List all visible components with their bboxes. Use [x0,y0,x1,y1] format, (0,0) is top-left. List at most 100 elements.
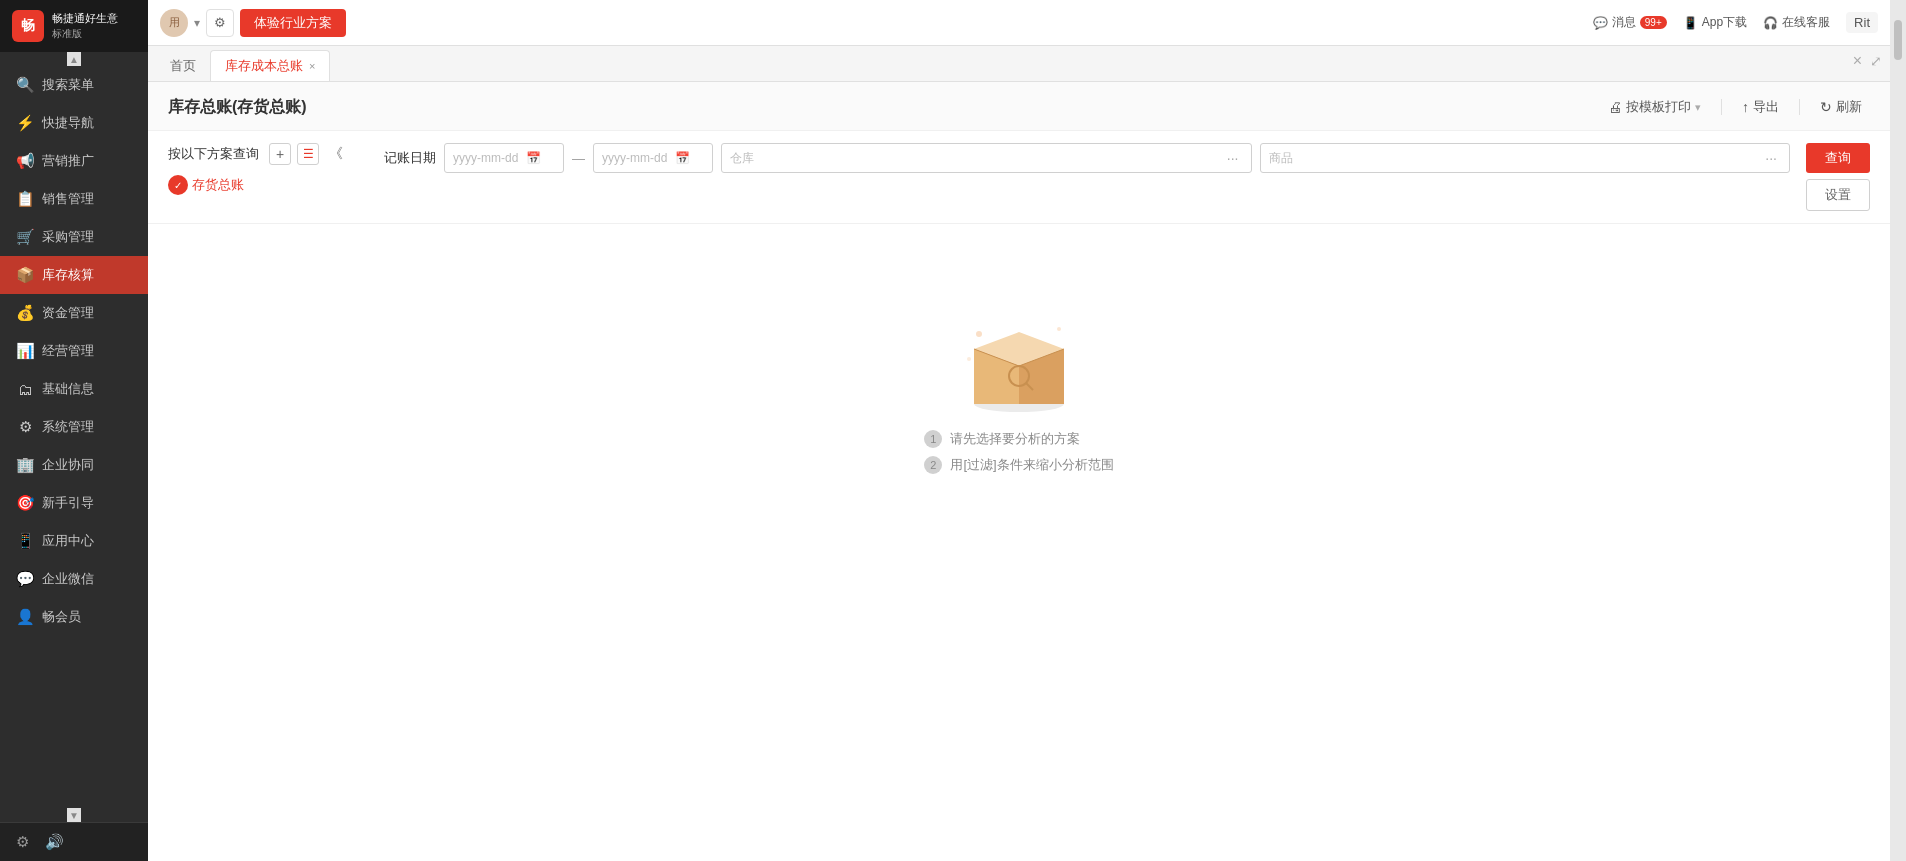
query-buttons: 查询 设置 [1806,143,1870,211]
system-icon: ⚙ [16,418,34,436]
print-dropdown-icon: ▾ [1695,101,1701,114]
warehouse-selector[interactable]: 仓库 ··· [721,143,1252,173]
topbar: 用 ▾ ⚙ 体验行业方案 💬 消息 99+ 📱 App下载 🎧 在线客服 [148,0,1890,46]
sidebar-item-finance[interactable]: 💰 资金管理 [0,294,148,332]
hint-num-1: 1 [924,430,942,448]
logo-icon: 畅 [12,10,44,42]
date-end-input[interactable]: yyyy-mm-dd 📅 [593,143,713,173]
sidebar: 畅 畅捷通好生意 标准版 ▲ 🔍 搜索菜单 ⚡ 快捷导航 📢 营销推广 📋 销售… [0,0,148,861]
product-more-icon[interactable]: ··· [1761,150,1781,166]
sidebar-scroll-down[interactable]: ▼ [67,808,81,822]
filter-settings-button[interactable]: 设置 [1806,179,1870,211]
app-name: 畅捷通好生意 [52,11,118,26]
panel-resize-icon[interactable]: ⤢ [1870,53,1882,69]
empty-hints: 1 请先选择要分析的方案 2 用[过滤]条件来缩小分析范围 [924,430,1113,474]
user-avatar-area[interactable]: 用 [160,9,188,37]
product-selector[interactable]: 商品 ··· [1260,143,1791,173]
export-button[interactable]: ↑ 导出 [1734,94,1787,120]
sidebar-item-label: 基础信息 [42,380,94,398]
svg-point-8 [1057,327,1061,331]
sidebar-item-inventory[interactable]: 📦 库存核算 [0,256,148,294]
sidebar-scroll-up[interactable]: ▲ [67,52,81,66]
user-name[interactable]: Rit [1846,12,1878,33]
sidebar-item-label: 应用中心 [42,532,94,550]
footer-settings-icon[interactable]: ⚙ [16,833,29,851]
empty-hint-2: 2 用[过滤]条件来缩小分析范围 [924,456,1113,474]
user-dropdown-icon[interactable]: ▾ [194,16,200,30]
date-separator: — [572,151,585,166]
product-label: 商品 [1269,150,1293,167]
schema-item-label[interactable]: 存货总账 [192,176,244,194]
tab-inventory-ledger[interactable]: 库存成本总账 × [210,50,330,81]
date-start-input[interactable]: yyyy-mm-dd 📅 [444,143,564,173]
tab-active-label: 库存成本总账 [225,57,303,75]
tab-home[interactable]: 首页 [156,51,210,81]
empty-illustration [949,304,1089,414]
filter-group-date: 记账日期 yyyy-mm-dd 📅 — yyyy-mm-dd 📅 仓库 ··· [384,143,1790,173]
svg-point-7 [976,331,982,337]
sidebar-item-marketing[interactable]: 📢 营销推广 [0,142,148,180]
newbie-icon: 🎯 [16,494,34,512]
query-button[interactable]: 查询 [1806,143,1870,173]
page-content: 库存总账(存货总账) 🖨 按模板打印 ▾ ↑ 导出 ↻ 刷新 [148,82,1890,861]
sidebar-menu: 🔍 搜索菜单 ⚡ 快捷导航 📢 营销推广 📋 销售管理 🛒 采购管理 📦 库存核… [0,66,148,808]
sidebar-item-enterprise[interactable]: 🏢 企业协同 [0,446,148,484]
sidebar-item-label: 经营管理 [42,342,94,360]
panel-close-icon[interactable]: × [1853,52,1862,70]
app-download-label: App下载 [1702,14,1747,31]
settings-button[interactable]: ⚙ [206,9,234,37]
sidebar-item-label: 营销推广 [42,152,94,170]
purchase-icon: 🛒 [16,228,34,246]
sidebar-item-member[interactable]: 👤 畅会员 [0,598,148,636]
operations-icon: 📊 [16,342,34,360]
filter-label: 按以下方案查询 [168,145,259,163]
headset-icon: 🎧 [1763,16,1778,30]
sidebar-item-label: 搜索菜单 [42,76,94,94]
warehouse-more-icon[interactable]: ··· [1223,150,1243,166]
export-label: 导出 [1753,98,1779,116]
sidebar-item-newbie[interactable]: 🎯 新手引导 [0,484,148,522]
refresh-button[interactable]: ↻ 刷新 [1812,94,1870,120]
message-button[interactable]: 💬 消息 99+ [1593,14,1667,31]
page-header: 库存总账(存货总账) 🖨 按模板打印 ▾ ↑ 导出 ↻ 刷新 [148,82,1890,131]
sidebar-item-purchase[interactable]: 🛒 采购管理 [0,218,148,256]
main-content: 用 ▾ ⚙ 体验行业方案 💬 消息 99+ 📱 App下载 🎧 在线客服 [148,0,1890,861]
sidebar-item-operations[interactable]: 📊 经营管理 [0,332,148,370]
scrollbar-thumb[interactable] [1894,20,1902,60]
online-support-button[interactable]: 🎧 在线客服 [1763,14,1830,31]
filter-schema-button[interactable]: ☰ [297,143,319,165]
message-badge: 99+ [1640,16,1667,29]
app-logo: 畅 畅捷通好生意 标准版 [0,0,148,52]
sidebar-item-label: 企业协同 [42,456,94,474]
sidebar-item-label: 新手引导 [42,494,94,512]
date-end-placeholder: yyyy-mm-dd [602,151,667,165]
action-divider-1 [1721,99,1722,115]
empty-hint-1: 1 请先选择要分析的方案 [924,430,1113,448]
message-label: 消息 [1612,14,1636,31]
sidebar-item-app-center[interactable]: 📱 应用中心 [0,522,148,560]
filter-add-button[interactable]: + [269,143,291,165]
export-icon: ↑ [1742,99,1749,115]
quick-nav-icon: ⚡ [16,114,34,132]
message-icon: 💬 [1593,16,1608,30]
svg-point-9 [967,357,971,361]
sidebar-item-system[interactable]: ⚙ 系统管理 [0,408,148,446]
app-download-button[interactable]: 📱 App下载 [1683,14,1747,31]
inventory-icon: 📦 [16,266,34,284]
app-version: 标准版 [52,27,118,41]
sidebar-item-quick-nav[interactable]: ⚡ 快捷导航 [0,104,148,142]
print-button[interactable]: 🖨 按模板打印 ▾ [1600,94,1709,120]
footer-audio-icon[interactable]: 🔊 [45,833,64,851]
app-center-icon: 📱 [16,532,34,550]
filter-collapse-button[interactable]: 《 [325,143,347,165]
online-support-label: 在线客服 [1782,14,1830,31]
sidebar-item-label: 畅会员 [42,608,81,626]
sidebar-item-search-menu[interactable]: 🔍 搜索菜单 [0,66,148,104]
sidebar-item-weixin[interactable]: 💬 企业微信 [0,560,148,598]
sidebar-item-basics[interactable]: 🗂 基础信息 [0,370,148,408]
right-scrollbar[interactable] [1890,0,1906,861]
tab-close-icon[interactable]: × [309,61,315,72]
trial-button[interactable]: 体验行业方案 [240,9,346,37]
finance-icon: 💰 [16,304,34,322]
sidebar-item-sales[interactable]: 📋 销售管理 [0,180,148,218]
